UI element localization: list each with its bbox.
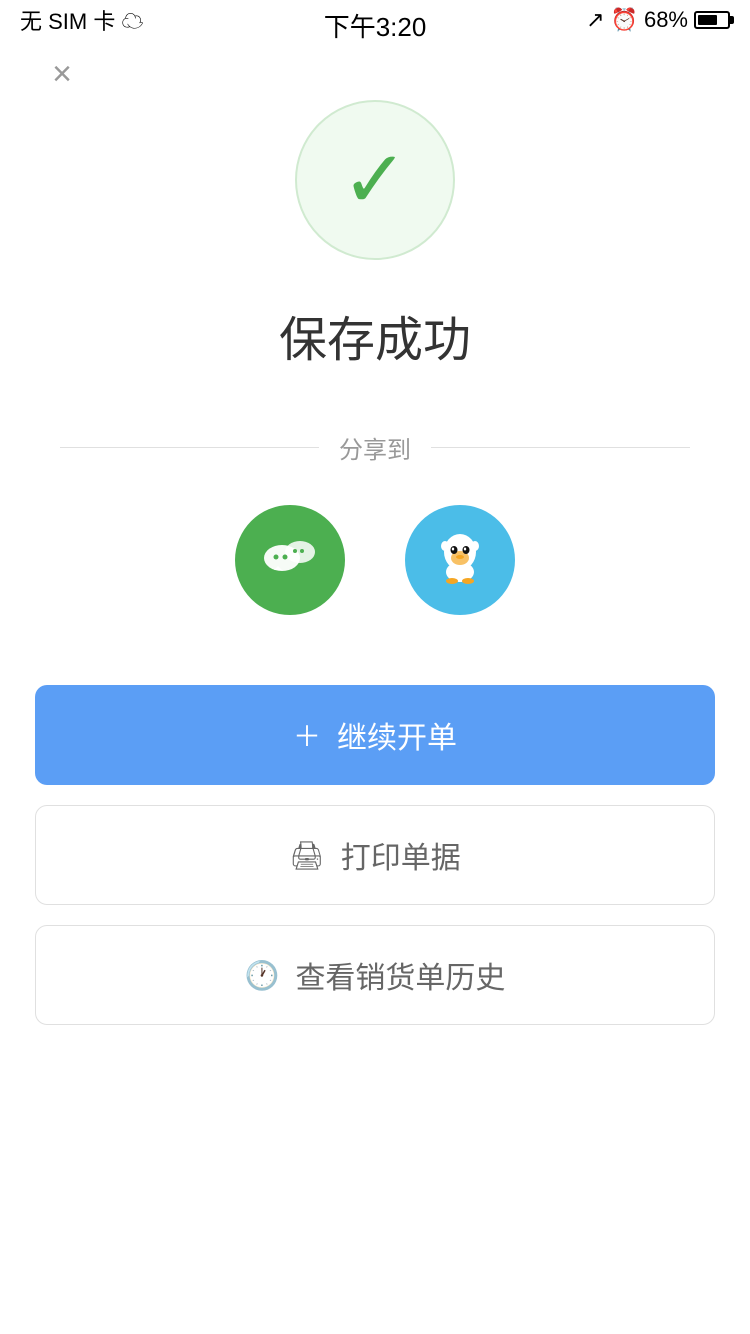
success-circle: ✓ [295, 100, 455, 260]
action-buttons: ＋ 继续开单 🖨 打印单据 🕐 查看销货单历史 [35, 685, 715, 1025]
plus-icon: ＋ [293, 715, 321, 755]
print-button[interactable]: 🖨 打印单据 [35, 805, 715, 905]
close-icon: × [52, 57, 72, 91]
share-divider: 分享到 [0, 430, 750, 465]
close-button[interactable]: × [40, 52, 84, 96]
checkmark-icon: ✓ [341, 140, 408, 220]
battery-percentage: 68% [644, 7, 688, 33]
wechat-icon [258, 528, 323, 593]
printer-icon: 🖨 [289, 839, 325, 872]
status-bar: 无 SIM 卡 ☁ 下午3:20 ↗ ⏰ 68% [0, 0, 750, 40]
share-qq-button[interactable] [405, 505, 515, 615]
status-right: ↗ ⏰ 68% [586, 7, 730, 33]
share-label: 分享到 [319, 430, 431, 465]
status-left: 无 SIM 卡 ☁ [20, 4, 143, 36]
history-label: 查看销货单历史 [295, 953, 505, 997]
status-time: 下午3:20 [324, 7, 427, 44]
location-icon: ↗ [586, 7, 604, 33]
share-icons [235, 505, 515, 615]
sim-signal-text: 无 SIM 卡 ☁ [20, 4, 143, 36]
success-title: 保存成功 [279, 300, 471, 370]
alarm-icon: ⏰ [611, 7, 638, 33]
battery-icon [694, 11, 730, 29]
share-wechat-button[interactable] [235, 505, 345, 615]
continue-button[interactable]: ＋ 继续开单 [35, 685, 715, 785]
clock-icon: 🕐 [245, 959, 280, 992]
history-button[interactable]: 🕐 查看销货单历史 [35, 925, 715, 1025]
print-label: 打印单据 [341, 833, 461, 877]
qq-icon [430, 530, 490, 590]
divider-line-left [60, 447, 319, 448]
divider-line-right [431, 447, 690, 448]
main-content: ✓ 保存成功 分享到 [0, 40, 750, 1025]
continue-label: 继续开单 [337, 713, 457, 757]
